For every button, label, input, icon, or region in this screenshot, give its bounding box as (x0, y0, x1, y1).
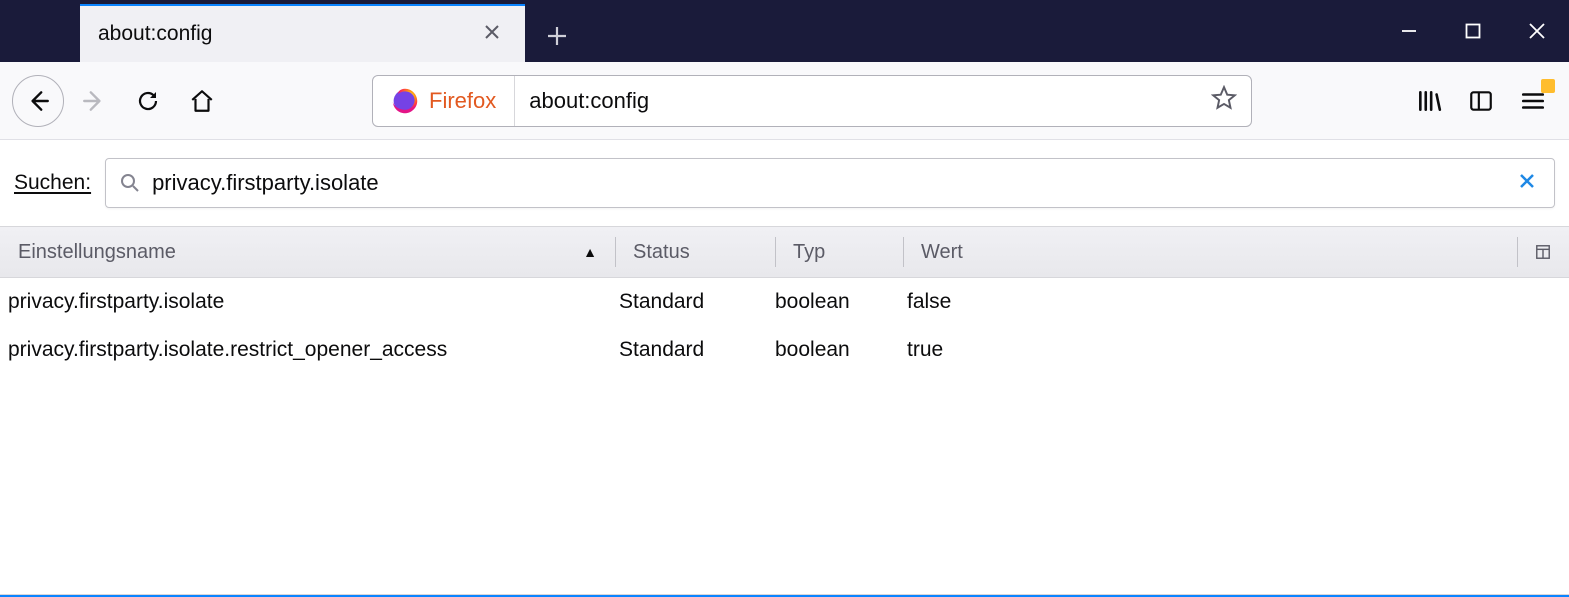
nav-toolbar: Firefox (0, 62, 1569, 140)
bookmark-star-icon[interactable] (1197, 85, 1251, 116)
pref-status: Standard (615, 290, 775, 314)
maximize-button[interactable] (1441, 0, 1505, 62)
column-picker-button[interactable] (1517, 227, 1569, 277)
sort-indicator-icon: ▲ (583, 244, 597, 260)
tab-title: about:config (98, 22, 212, 46)
pref-name: privacy.firstparty.isolate.restrict_open… (0, 338, 615, 362)
identity-box[interactable]: Firefox (373, 76, 515, 126)
pref-row[interactable]: privacy.firstparty.isolate Standard bool… (0, 278, 1569, 326)
pref-value: true (903, 338, 1569, 362)
back-button[interactable] (12, 75, 64, 127)
home-button[interactable] (178, 77, 226, 125)
pref-table-header: Einstellungsname ▲ Status Typ Wert (0, 226, 1569, 278)
forward-button (70, 77, 118, 125)
column-header-value[interactable]: Wert (903, 227, 1517, 277)
pref-table-body: privacy.firstparty.isolate Standard bool… (0, 278, 1569, 374)
new-tab-button[interactable] (531, 10, 583, 62)
config-search-input[interactable] (152, 170, 1502, 196)
identity-label: Firefox (429, 88, 496, 114)
pref-type: boolean (775, 290, 903, 314)
close-tab-icon[interactable] (477, 14, 507, 54)
url-bar[interactable]: Firefox (372, 75, 1252, 127)
config-search-row: Suchen: (0, 140, 1569, 226)
pref-value: false (903, 290, 1569, 314)
app-menu-button[interactable] (1509, 77, 1557, 125)
column-header-type-label: Typ (793, 241, 825, 264)
sidebar-button[interactable] (1457, 77, 1505, 125)
search-icon (120, 173, 140, 193)
column-header-value-label: Wert (921, 241, 963, 264)
browser-tab[interactable]: about:config (80, 4, 525, 62)
close-window-button[interactable] (1505, 0, 1569, 62)
column-header-status[interactable]: Status (615, 227, 775, 277)
pref-name: privacy.firstparty.isolate (0, 290, 615, 314)
reload-button[interactable] (124, 77, 172, 125)
column-header-status-label: Status (633, 241, 690, 264)
config-search-box[interactable] (105, 158, 1555, 208)
pref-type: boolean (775, 338, 903, 362)
firefox-icon (391, 87, 419, 115)
url-input[interactable] (515, 88, 1197, 114)
clear-search-icon[interactable] (1514, 166, 1540, 200)
titlebar: about:config (0, 0, 1569, 62)
column-header-type[interactable]: Typ (775, 227, 903, 277)
notification-badge-icon (1541, 79, 1555, 93)
tabstrip: about:config (0, 0, 583, 62)
search-label: Suchen: (14, 171, 91, 195)
window-controls (1377, 0, 1569, 62)
pref-status: Standard (615, 338, 775, 362)
minimize-button[interactable] (1377, 0, 1441, 62)
toolbar-right (1405, 77, 1557, 125)
column-header-name-label: Einstellungsname (18, 241, 176, 264)
column-header-name[interactable]: Einstellungsname ▲ (0, 227, 615, 277)
library-button[interactable] (1405, 77, 1453, 125)
pref-row[interactable]: privacy.firstparty.isolate.restrict_open… (0, 326, 1569, 374)
